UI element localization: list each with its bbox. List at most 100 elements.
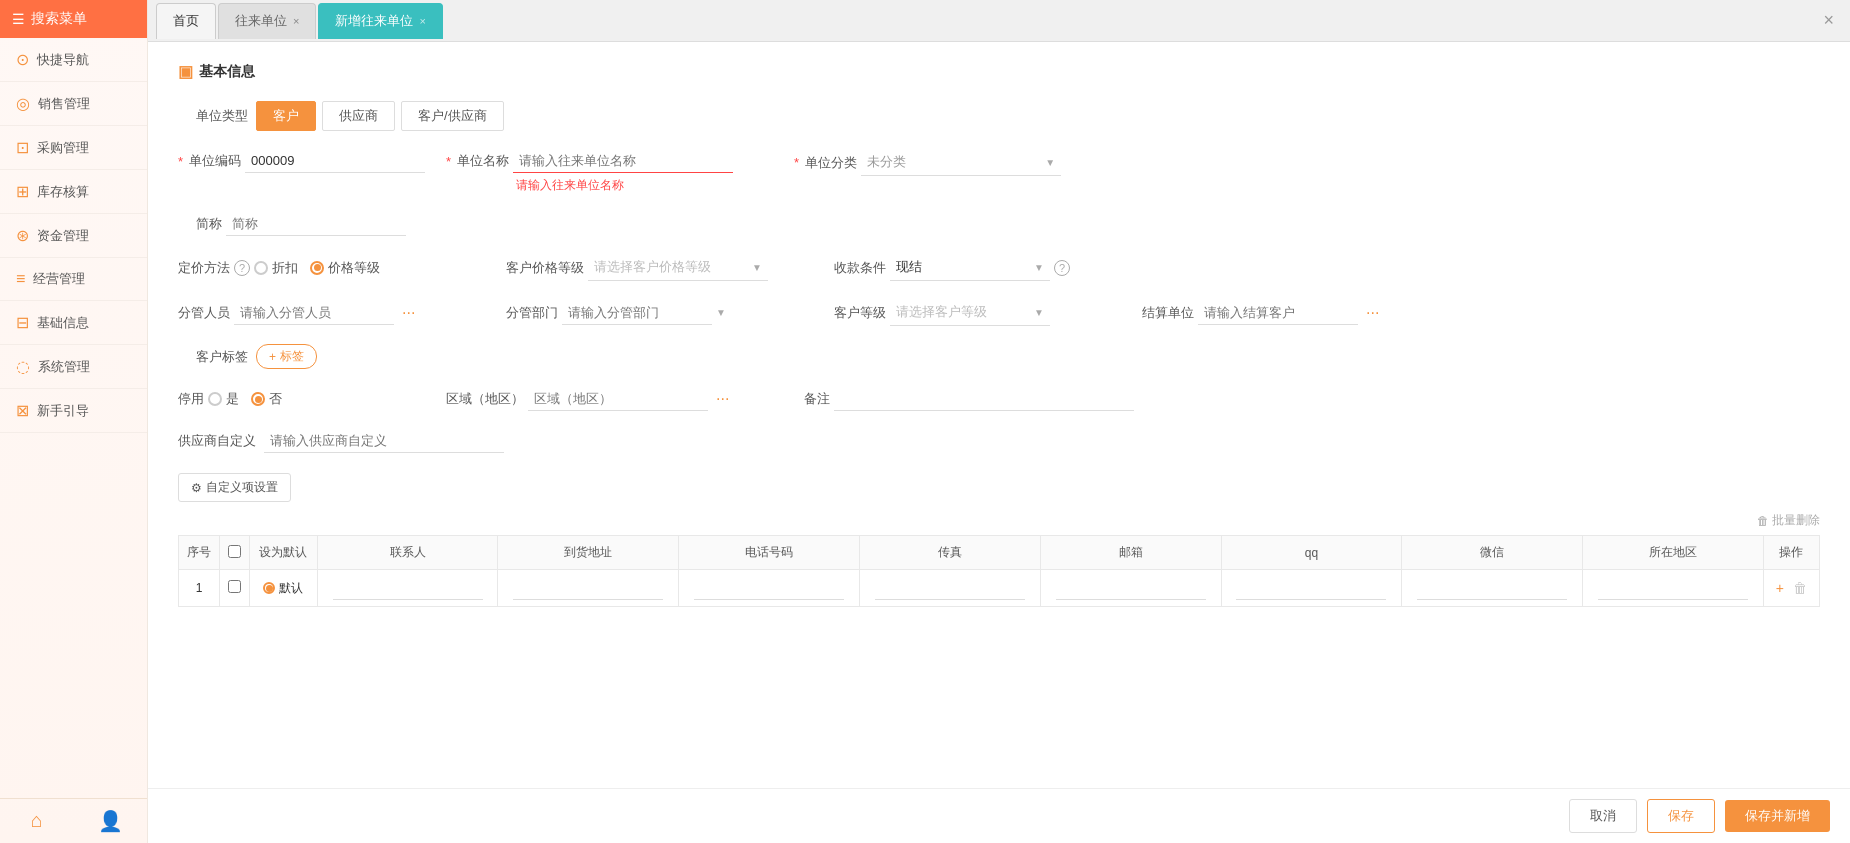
add-tag-btn[interactable]: + 标签	[256, 344, 317, 369]
supplier-custom-input[interactable]	[264, 429, 504, 453]
sidebar-item-label: 采购管理	[37, 139, 89, 157]
settlement-more-btn[interactable]: ···	[1362, 304, 1383, 322]
pricing-discount[interactable]: 折扣	[254, 259, 298, 277]
manager-more-btn[interactable]: ···	[398, 304, 419, 322]
pricing-level[interactable]: 价格等级	[310, 259, 380, 277]
payment-help-icon[interactable]: ?	[1054, 260, 1070, 276]
sidebar-item-inventory[interactable]: ⊞ 库存核算	[0, 170, 147, 214]
remark-input[interactable]	[834, 387, 1134, 411]
tab-home[interactable]: 首页	[156, 3, 216, 39]
unit-code-required: *	[178, 154, 183, 169]
row-checkbox[interactable]	[228, 580, 241, 593]
sidebar-item-sales[interactable]: ◎ 销售管理	[0, 82, 147, 126]
region-cell-input[interactable]	[1598, 576, 1748, 600]
radio-circle-default	[263, 582, 275, 594]
table-row: 1 默认	[179, 570, 1820, 607]
disabled-no[interactable]: 否	[251, 390, 282, 408]
sidebar-home-btn[interactable]: ⌂	[0, 799, 74, 843]
payment-terms-label: 收款条件	[834, 259, 886, 277]
unit-name-label: 单位名称	[457, 152, 509, 170]
select-all-checkbox[interactable]	[228, 545, 241, 558]
sidebar-item-label: 资金管理	[37, 227, 89, 245]
sidebar-user-btn[interactable]: 👤	[74, 799, 148, 843]
sidebar-item-label: 快捷导航	[37, 51, 89, 69]
department-label: 分管部门	[506, 304, 558, 322]
customer-level-select[interactable]: 请选择客户等级 ▼	[890, 299, 1050, 326]
add-row-btn[interactable]: +	[1773, 580, 1787, 596]
col-email: 邮箱	[1040, 536, 1221, 570]
pricing-help-icon[interactable]: ?	[234, 260, 250, 276]
custom-settings-btn[interactable]: ⚙ 自定义项设置	[178, 473, 291, 502]
department-input[interactable]	[562, 301, 712, 325]
disabled-yes[interactable]: 是	[208, 390, 239, 408]
region-input[interactable]	[528, 387, 708, 411]
tab-partner-list-close[interactable]: ×	[293, 15, 299, 27]
save-button[interactable]: 保存	[1647, 799, 1715, 833]
contact-input[interactable]	[333, 576, 483, 600]
manager-input[interactable]	[234, 301, 394, 325]
tab-new-partner[interactable]: 新增往来单位 ×	[318, 3, 442, 39]
unit-btn-both[interactable]: 客户/供应商	[401, 101, 504, 131]
fax-input[interactable]	[875, 576, 1025, 600]
del-row-btn[interactable]: 🗑	[1790, 580, 1810, 596]
chevron-down-icon: ▼	[752, 262, 762, 273]
unit-type-row: 单位类型 客户 供应商 客户/供应商	[178, 101, 1820, 131]
cancel-button[interactable]: 取消	[1569, 799, 1637, 833]
cell-phone[interactable]	[679, 570, 860, 607]
cell-default[interactable]: 默认	[250, 570, 318, 607]
settlement-unit-label: 结算单位	[1142, 304, 1194, 322]
tab-new-partner-label: 新增往来单位	[335, 12, 413, 30]
col-phone: 电话号码	[679, 536, 860, 570]
sidebar-search[interactable]: ☰ 搜索菜单	[0, 0, 147, 38]
address-input[interactable]	[513, 576, 663, 600]
sidebar-item-purchase[interactable]: ⊡ 采购管理	[0, 126, 147, 170]
cell-wechat[interactable]	[1402, 570, 1583, 607]
qq-input[interactable]	[1236, 576, 1386, 600]
phone-input[interactable]	[694, 576, 844, 600]
col-checkbox	[220, 536, 250, 570]
supplier-custom-label: 供应商自定义	[178, 432, 256, 450]
cell-contact[interactable]	[317, 570, 498, 607]
region-more-btn[interactable]: ···	[712, 390, 733, 408]
unit-btn-supplier[interactable]: 供应商	[322, 101, 395, 131]
sidebar-item-finance[interactable]: ⊛ 资金管理	[0, 214, 147, 258]
customer-tag-label: 客户标签	[178, 348, 248, 366]
customer-price-level-select[interactable]: 请选择客户价格等级 ▼	[588, 254, 768, 281]
cell-address[interactable]	[498, 570, 679, 607]
tab-partner-list[interactable]: 往来单位 ×	[218, 3, 316, 39]
tab-new-partner-close[interactable]: ×	[419, 15, 425, 27]
unit-name-input[interactable]	[513, 149, 733, 173]
window-close-btn[interactable]: ×	[1815, 10, 1842, 31]
unit-btn-customer[interactable]: 客户	[256, 101, 316, 131]
section-icon: ▣	[178, 62, 193, 81]
wechat-input[interactable]	[1417, 576, 1567, 600]
col-address: 到货地址	[498, 536, 679, 570]
col-seq: 序号	[179, 536, 220, 570]
disabled-label: 停用	[178, 390, 204, 408]
sidebar-item-basic-info[interactable]: ⊟ 基础信息	[0, 301, 147, 345]
abbreviation-input[interactable]	[226, 212, 406, 236]
cell-email[interactable]	[1040, 570, 1221, 607]
unit-category-select[interactable]: 未分类 ▼	[861, 149, 1061, 176]
sidebar-item-system[interactable]: ◌ 系统管理	[0, 345, 147, 389]
cell-region[interactable]	[1583, 570, 1764, 607]
settlement-unit-input[interactable]	[1198, 301, 1358, 325]
cell-fax[interactable]	[860, 570, 1041, 607]
customer-level-label: 客户等级	[834, 304, 886, 322]
col-fax: 传真	[860, 536, 1041, 570]
cell-qq[interactable]	[1221, 570, 1402, 607]
sidebar-item-quick-nav[interactable]: ⊙ 快捷导航	[0, 38, 147, 82]
save-new-button[interactable]: 保存并新增	[1725, 800, 1830, 832]
sidebar-item-beginner[interactable]: ⊠ 新手引导	[0, 389, 147, 433]
unit-name-required: *	[446, 154, 451, 169]
payment-terms-select[interactable]: 现结 ▼	[890, 254, 1050, 281]
sidebar-item-label: 系统管理	[38, 358, 90, 376]
unit-code-input[interactable]	[245, 149, 425, 173]
tag-btn-label: 标签	[280, 348, 304, 365]
sidebar-item-operations[interactable]: ≡ 经营管理	[0, 258, 147, 301]
email-input[interactable]	[1056, 576, 1206, 600]
batch-delete-btn[interactable]: 🗑 批量删除	[1757, 512, 1820, 529]
supplier-custom-row: 供应商自定义	[178, 429, 1820, 453]
chevron-down-icon: ▼	[1034, 307, 1044, 318]
col-region: 所在地区	[1583, 536, 1764, 570]
